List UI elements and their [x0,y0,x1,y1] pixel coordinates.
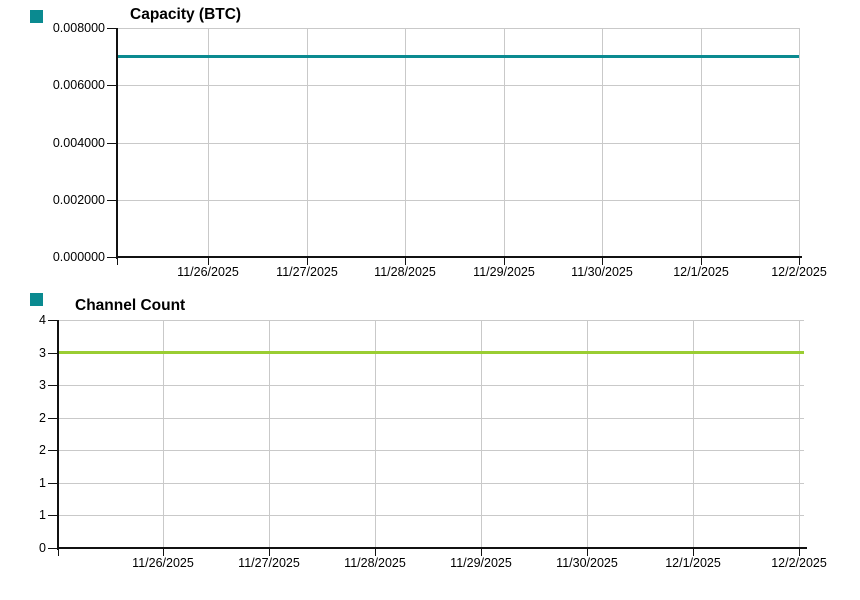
gridline-vertical [799,28,800,257]
y-axis-label: 2 [0,410,46,426]
x-axis-tick-mark [504,258,505,265]
x-axis-line [116,256,802,258]
x-axis-label: 11/27/2025 [221,556,317,571]
x-axis-tick-mark [163,549,164,556]
gridline-vertical [163,320,164,548]
gridline-vertical [701,28,702,257]
series-line [59,351,804,354]
x-axis-tick-mark [587,549,588,556]
y-axis-tick-mark [48,515,57,516]
y-axis-tick-mark [107,143,116,144]
gridline-horizontal [118,28,799,29]
x-axis-tick-mark [481,549,482,556]
y-axis-tick-mark [48,418,57,419]
y-axis-line [57,320,59,550]
x-axis-line [57,547,807,549]
y-axis-tick-mark [48,385,57,386]
gridline-vertical [602,28,603,257]
x-axis-tick-mark [693,549,694,556]
gridline-vertical [693,320,694,548]
x-axis-label: 11/30/2025 [554,265,650,280]
y-axis-tick-mark [48,450,57,451]
gridline-vertical [375,320,376,548]
y-axis-line [116,28,118,259]
x-axis-label: 12/2/2025 [751,265,847,280]
x-axis-tick-mark [799,258,800,265]
y-axis-label: 0.004000 [0,135,105,151]
y-axis-tick-mark [107,257,116,258]
gridline-vertical [587,320,588,548]
legend-color-swatch [30,293,43,306]
y-axis-label: 0.008000 [0,20,105,36]
y-axis-label: 3 [0,345,46,361]
x-axis-label: 11/28/2025 [327,556,423,571]
y-axis-label: 2 [0,442,46,458]
gridline-vertical [504,28,505,257]
x-axis-label: 11/26/2025 [160,265,256,280]
x-axis-label: 11/29/2025 [456,265,552,280]
gridline-horizontal [118,143,799,144]
x-axis-label: 12/2/2025 [751,556,847,571]
y-axis-label: 0.006000 [0,77,105,93]
y-axis-tick-mark [48,320,57,321]
y-axis-tick-mark [48,483,57,484]
x-axis-tick-mark [307,258,308,265]
y-axis-label: 0.002000 [0,192,105,208]
chart-dashboard: Capacity (BTC) 0.008000 0.006000 0.004000 0… [0,0,860,600]
y-axis-tick-mark [107,200,116,201]
gridline-vertical [799,320,800,548]
y-axis-label: 1 [0,507,46,523]
y-axis-label: 3 [0,377,46,393]
x-axis-origin-tick [58,549,59,556]
chart-title-channel-count: Channel Count [75,297,185,315]
x-axis-tick-mark [405,258,406,265]
x-axis-tick-mark [269,549,270,556]
series-line [118,55,799,58]
y-axis-tick-mark [107,85,116,86]
y-axis-tick-mark [48,353,57,354]
gridline-vertical [269,320,270,548]
gridline-vertical [208,28,209,257]
gridline-horizontal [118,85,799,86]
chart-title-capacity: Capacity (BTC) [130,6,241,24]
x-axis-label: 12/1/2025 [645,556,741,571]
x-axis-origin-tick [117,258,118,265]
x-axis-tick-mark [208,258,209,265]
x-axis-label: 11/27/2025 [259,265,355,280]
y-axis-label: 0 [0,540,46,556]
y-axis-label: 0.000000 [0,249,105,265]
y-axis-label: 1 [0,475,46,491]
y-axis-label: 4 [0,312,46,328]
gridline-vertical [405,28,406,257]
x-axis-label: 11/30/2025 [539,556,635,571]
gridline-vertical [307,28,308,257]
x-axis-tick-mark [701,258,702,265]
x-axis-label: 12/1/2025 [653,265,749,280]
y-axis-tick-mark [48,548,57,549]
x-axis-tick-mark [799,549,800,556]
x-axis-tick-mark [375,549,376,556]
gridline-vertical [481,320,482,548]
x-axis-label: 11/29/2025 [433,556,529,571]
x-axis-label: 11/28/2025 [357,265,453,280]
x-axis-label: 11/26/2025 [115,556,211,571]
y-axis-tick-mark [107,28,116,29]
gridline-horizontal [118,200,799,201]
x-axis-tick-mark [602,258,603,265]
